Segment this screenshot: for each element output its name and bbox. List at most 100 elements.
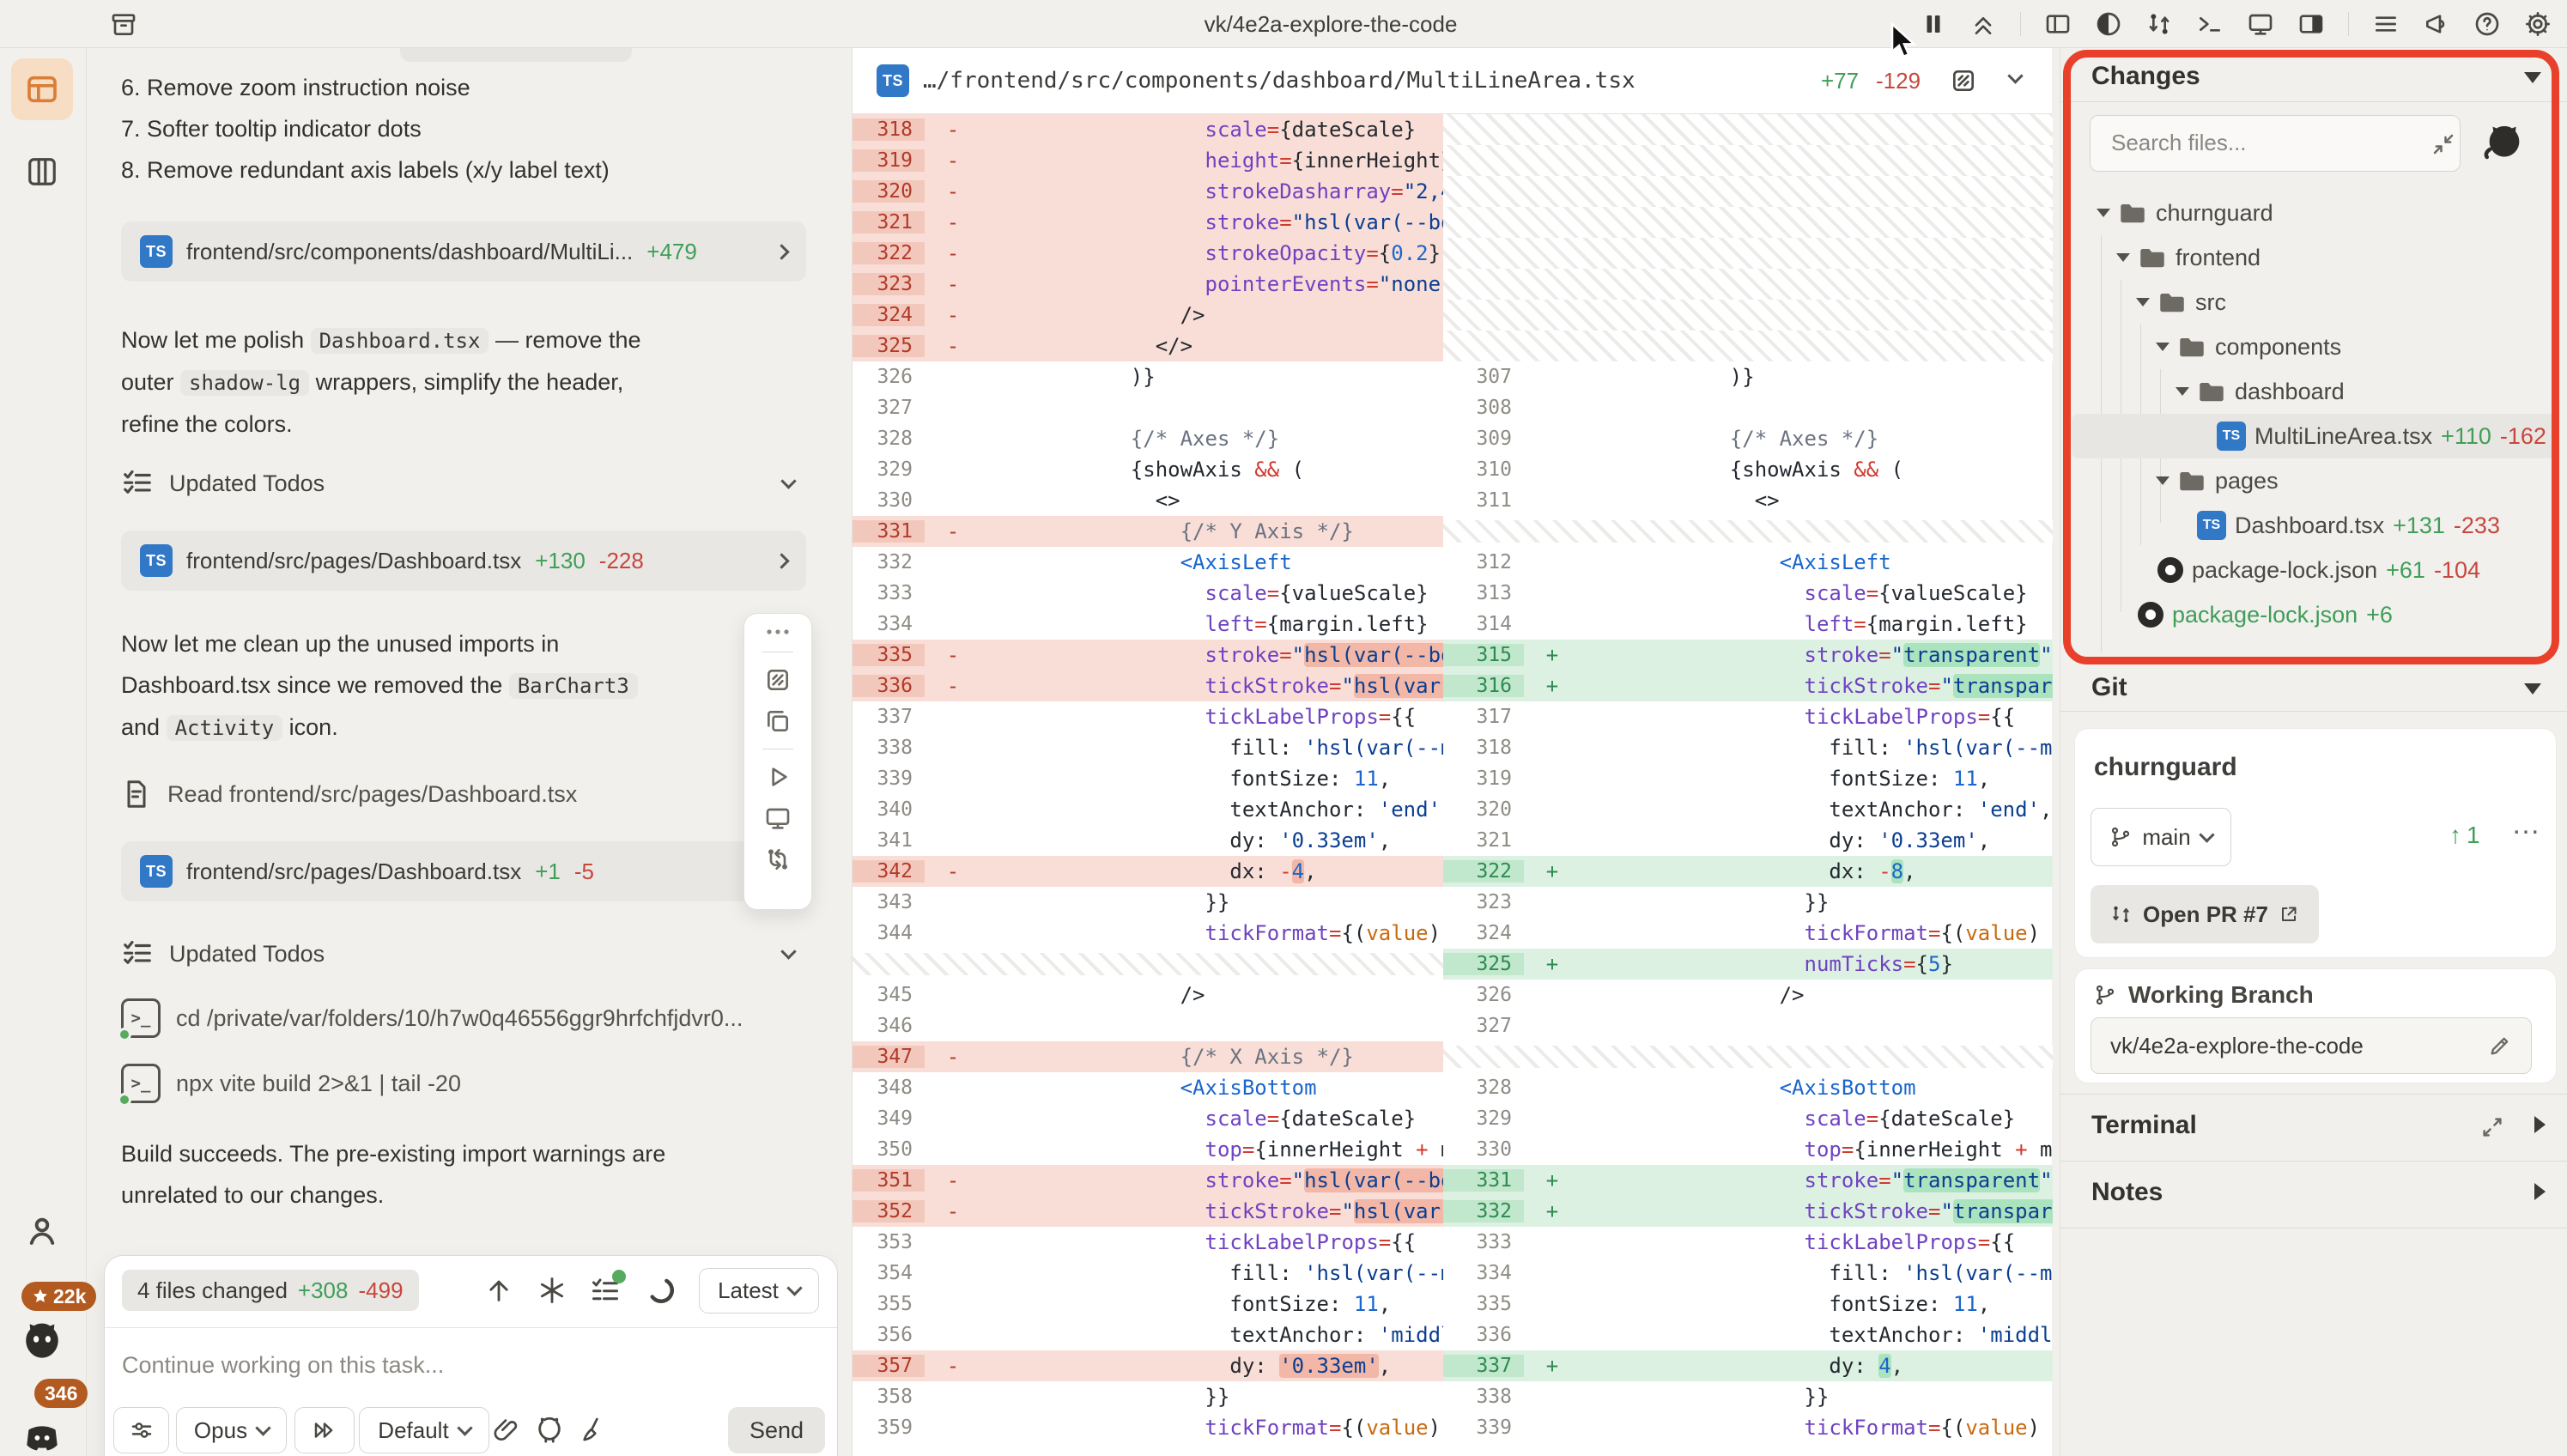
display-button[interactable]	[2247, 10, 2274, 38]
run-button[interactable]	[764, 763, 792, 791]
files-changed-chip[interactable]: 4 files changed +308 -499	[122, 1270, 419, 1311]
branch-dropdown[interactable]: main	[2091, 808, 2231, 866]
mode-dropdown[interactable]: Default	[359, 1407, 489, 1453]
chevron-right-icon[interactable]	[2534, 1116, 2546, 1133]
filters-button[interactable]	[113, 1407, 169, 1453]
terminal-command-row[interactable]: >_ npx vite build 2>&1 | tail -20	[121, 1064, 806, 1103]
message-input[interactable]: Continue working on this task...	[122, 1352, 817, 1379]
file-chip[interactable]: TS frontend/src/pages/Dashboard.tsx +1 -…	[121, 841, 806, 901]
file-chip[interactable]: TS frontend/src/pages/Dashboard.tsx +130…	[121, 531, 806, 591]
typescript-icon: TS	[2217, 422, 2246, 451]
tree-item-folder[interactable]: dashboard	[2072, 369, 2557, 414]
layout-left-button[interactable]	[2044, 10, 2072, 38]
code-line: <AxisLeft	[981, 550, 1443, 574]
diff-code-row: 355fontSize: 11,	[853, 1289, 1443, 1320]
open-pr-button[interactable]: Open PR #7	[2091, 885, 2319, 943]
chevron-down-icon	[780, 943, 796, 959]
tree-item-folder[interactable]: churnguard	[2072, 191, 2557, 235]
tree-item-file[interactable]: TSDashboard.tsx+131-233	[2072, 503, 2557, 548]
settings-button[interactable]	[2524, 10, 2552, 38]
checklist-icon	[121, 937, 154, 970]
terminal-section-toggle[interactable]: Terminal	[2091, 1111, 2197, 1140]
diff-view-button[interactable]	[764, 666, 792, 694]
read-file-row[interactable]: Read frontend/src/pages/Dashboard.tsx	[121, 774, 806, 814]
branch-name-input[interactable]: vk/4e2a-explore-the-code	[2091, 1017, 2532, 1074]
more-button[interactable]: …	[2511, 808, 2543, 841]
copy-button[interactable]	[764, 707, 792, 735]
pause-button[interactable]	[1921, 11, 1946, 37]
change-view-button[interactable]	[1950, 67, 1977, 94]
git-compare-button[interactable]	[764, 846, 792, 873]
tree-item-folder[interactable]: src	[2072, 280, 2557, 325]
tree-item-folder[interactable]: components	[2072, 325, 2557, 369]
diff-file-path: …/frontend/src/components/dashboard/Mult…	[923, 68, 1635, 94]
edit-branch-button[interactable]	[2488, 1034, 2512, 1058]
tree-item-file[interactable]: package-lock.json+61-104	[2072, 548, 2557, 592]
collapse-up-button[interactable]	[1969, 10, 1997, 38]
caret-down-icon[interactable]	[2135, 298, 2149, 306]
contrast-button[interactable]	[2095, 10, 2122, 38]
more-options-button[interactable]	[764, 626, 792, 638]
discord-button[interactable]	[11, 1408, 73, 1456]
fast-forward-button[interactable]	[294, 1407, 355, 1453]
code-line: {showAxis && (	[1581, 458, 2053, 482]
caret-down-icon[interactable]	[2096, 209, 2109, 217]
code-line: strokeOpacity={0.2}	[981, 241, 1443, 265]
line-number: 334	[1443, 1262, 1524, 1284]
tree-item-label: components	[2215, 334, 2341, 361]
help-button[interactable]	[2473, 10, 2501, 38]
board-tab[interactable]	[11, 141, 73, 203]
tree-item-label: Dashboard.tsx	[2235, 513, 2384, 539]
caret-down-icon[interactable]	[2175, 387, 2188, 396]
github-button[interactable]	[11, 1310, 73, 1372]
git-section-header[interactable]: Git	[2091, 673, 2127, 702]
updated-todos-row[interactable]: Updated Todos	[121, 464, 806, 503]
file-chip[interactable]: TS frontend/src/components/dashboard/Mul…	[121, 221, 806, 282]
search-input[interactable]	[2109, 116, 2410, 169]
menu-button[interactable]	[2372, 10, 2400, 38]
updated-todos-row[interactable]: Updated Todos	[121, 934, 806, 974]
chevron-right-icon[interactable]	[2534, 1183, 2546, 1200]
tree-item-folder[interactable]: frontend	[2072, 235, 2557, 280]
changes-section-header[interactable]: Changes	[2091, 62, 2200, 91]
tree-item-file[interactable]: TSMultiLineArea.tsx+110-162	[2072, 414, 2557, 458]
tree-item-folder[interactable]: pages	[2072, 458, 2557, 503]
expand-icon[interactable]	[2479, 1114, 2505, 1140]
repo-name: churnguard	[2094, 753, 2237, 782]
announce-button[interactable]	[2423, 10, 2450, 38]
code-line: pointerEvents="none"	[981, 272, 1443, 296]
preview-button[interactable]	[764, 804, 792, 832]
spark-button[interactable]	[533, 1271, 571, 1309]
tree-item-file[interactable]: package-lock.json+6	[2072, 592, 2557, 637]
send-button[interactable]: Send	[728, 1407, 825, 1453]
scroll-to-top-button[interactable]	[480, 1271, 518, 1309]
line-number: 345	[853, 984, 925, 1006]
diff-code-row: 350top={innerHeight + margin.top}	[853, 1134, 1443, 1165]
diff-code-row: 343}}	[853, 887, 1443, 918]
cleanup-button[interactable]	[573, 1410, 611, 1448]
github-cat-button[interactable]	[2481, 118, 2528, 165]
latest-dropdown[interactable]: Latest	[699, 1268, 819, 1313]
caret-down-icon[interactable]	[2155, 476, 2169, 485]
layout-right-button[interactable]	[2297, 10, 2325, 38]
collapse-triangle-icon[interactable]	[2524, 72, 2541, 83]
github-context-button[interactable]	[531, 1410, 568, 1448]
archive-button[interactable]	[110, 11, 137, 39]
todo-list-button[interactable]	[586, 1271, 624, 1309]
model-dropdown[interactable]: Opus	[176, 1407, 287, 1453]
chevron-right-icon	[774, 553, 789, 568]
profile-button[interactable]	[11, 1200, 73, 1262]
caret-down-icon[interactable]	[2115, 253, 2129, 262]
git-swap-button[interactable]	[2145, 10, 2173, 38]
collapse-diff-button[interactable]	[2007, 68, 2023, 83]
minimize-icon[interactable]	[2430, 131, 2456, 157]
notes-section-toggle[interactable]: Notes	[2091, 1178, 2163, 1207]
layout-icon	[25, 72, 59, 106]
attach-button[interactable]	[488, 1410, 525, 1448]
terminal-button[interactable]	[2196, 10, 2224, 38]
terminal-command-row[interactable]: >_ cd /private/var/folders/10/h7w0q46556…	[121, 998, 806, 1038]
collapse-triangle-icon[interactable]	[2524, 683, 2541, 695]
caret-down-icon[interactable]	[2155, 343, 2169, 351]
workspace-tab-active[interactable]	[11, 58, 73, 120]
chevron-down-icon	[786, 1280, 802, 1295]
